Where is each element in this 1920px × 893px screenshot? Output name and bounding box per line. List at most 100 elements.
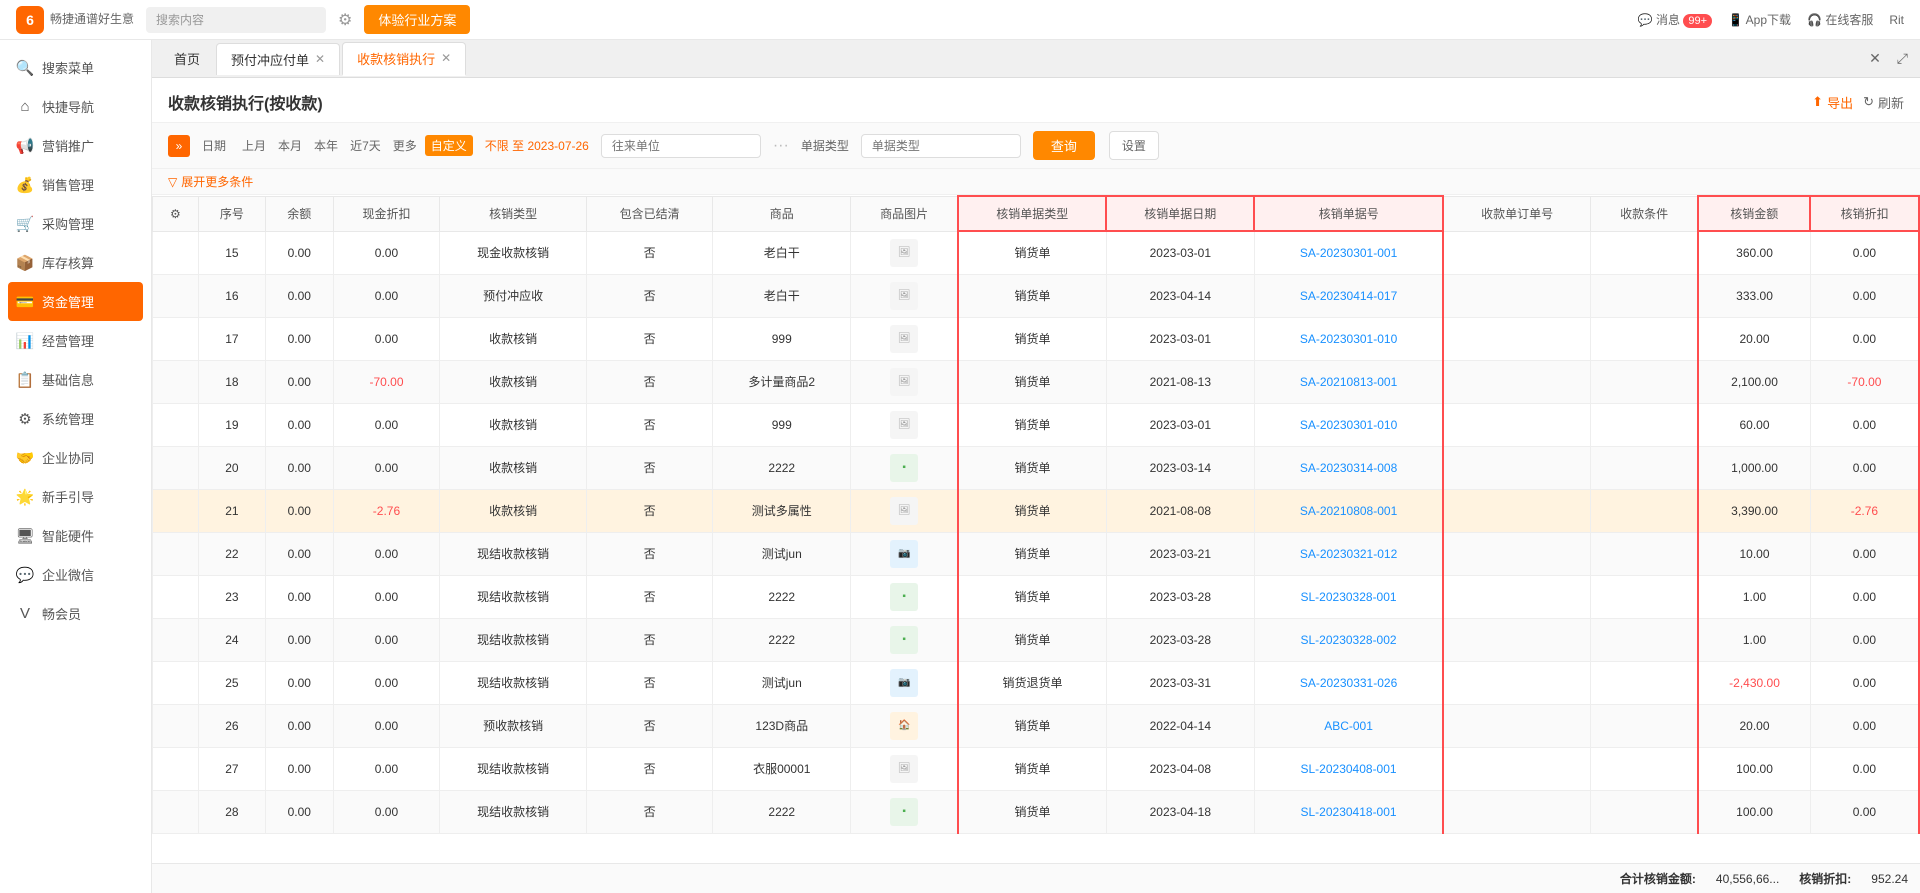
sidebar-item-inventory[interactable]: 📦 库存核算 (0, 243, 151, 282)
sidebar-item-corp[interactable]: 🤝 企业协同 (0, 438, 151, 477)
sidebar-item-hardware[interactable]: 🖥 智能硬件 (0, 516, 151, 555)
tab-expand-icon[interactable]: ⤢ (1893, 48, 1912, 69)
refresh-btn[interactable]: ↻ 刷新 (1863, 93, 1904, 112)
cell-included: 否 (586, 317, 713, 360)
cell-cancel-discount: 0.00 (1810, 446, 1919, 489)
home-icon: ⌂ (16, 98, 34, 116)
date-year[interactable]: 本年 (310, 135, 342, 156)
cell-receipt-no[interactable]: SA-20210808-001 (1254, 489, 1443, 532)
cell-receipt-no[interactable]: SL-20230418-001 (1254, 790, 1443, 833)
cell-receipt-no[interactable]: SA-20230301-010 (1254, 403, 1443, 446)
cell-receipt-no[interactable]: SA-20230414-017 (1254, 274, 1443, 317)
page-title: 收款核销执行(按收款) (168, 90, 323, 114)
sidebar-item-purchase[interactable]: 🛒 采购管理 (0, 204, 151, 243)
goods-image: ▪ (890, 583, 918, 611)
sidebar-item-vip[interactable]: V 畅会员 (0, 594, 151, 633)
cell-receipt-no[interactable]: SA-20230331-026 (1254, 661, 1443, 704)
settings-icon[interactable]: ⚙ (170, 207, 181, 221)
col-gear[interactable]: ⚙ (153, 196, 199, 231)
cell-cancel-amount: 333.00 (1698, 274, 1810, 317)
cell-cancel-type: 现金收款核销 (440, 231, 586, 274)
tab-prepay[interactable]: 预付冲应付单 ✕ (216, 43, 340, 75)
cell-no: 26 (198, 704, 265, 747)
sidebar-item-sales[interactable]: 💰 销售管理 (0, 165, 151, 204)
industry-btn[interactable]: 体验行业方案 (364, 5, 470, 34)
cell-gear (153, 446, 199, 489)
online-service-btn[interactable]: 🎧 在线客服 (1807, 11, 1873, 28)
tab-prepay-close[interactable]: ✕ (315, 52, 325, 66)
export-btn[interactable]: ⬆ 导出 (1812, 93, 1853, 112)
sidebar-item-operations[interactable]: 📊 经营管理 (0, 321, 151, 360)
cell-balance: 0.00 (266, 231, 333, 274)
cell-receipt-no[interactable]: SA-20230321-012 (1254, 532, 1443, 575)
cell-receipt-order (1443, 446, 1590, 489)
cell-receipt-cond (1590, 403, 1698, 446)
cell-receipt-no[interactable]: ABC-001 (1254, 704, 1443, 747)
table-row: 20 0.00 0.00 收款核销 否 2222 ▪ 销货单 2023-03-1… (153, 446, 1920, 489)
tab-cancel-close[interactable]: ✕ (441, 51, 451, 65)
source-input[interactable] (601, 134, 761, 158)
table-row: 18 0.00 -70.00 收款核销 否 多计量商品2 🖼 销货单 2021-… (153, 360, 1920, 403)
goods-image: ▪ (890, 798, 918, 826)
cell-receipt-order (1443, 704, 1590, 747)
date-curr-month[interactable]: 本月 (274, 135, 306, 156)
cell-receipt-no[interactable]: SL-20230328-002 (1254, 618, 1443, 661)
cell-included: 否 (586, 790, 713, 833)
sidebar-item-label: 畅会员 (42, 604, 81, 623)
expand-btn[interactable]: » (168, 135, 190, 157)
cell-balance: 0.00 (266, 532, 333, 575)
col-receipt-type: 核销单据类型 (958, 196, 1106, 231)
sidebar-item-quick-nav[interactable]: ⌂ 快捷导航 (0, 87, 151, 126)
date-custom[interactable]: 自定义 (425, 135, 473, 156)
cell-included: 否 (586, 575, 713, 618)
message-btn[interactable]: 💬 消息 99+ (1638, 11, 1712, 28)
cell-included: 否 (586, 704, 713, 747)
expand-more[interactable]: ▽ 展开更多条件 (152, 169, 1920, 195)
cell-gear (153, 317, 199, 360)
sidebar-item-finance[interactable]: 💳 资金管理 (8, 282, 143, 321)
cell-receipt-type: 销货单 (958, 532, 1106, 575)
tab-cancel[interactable]: 收款核销执行 ✕ (342, 42, 466, 76)
search-bar[interactable]: 搜索内容 (146, 7, 326, 33)
table-wrap[interactable]: ⚙ 序号 余额 现金折扣 核销类型 包含已结清 商品 商品图片 核销单据类型 核… (152, 195, 1920, 863)
cell-receipt-no[interactable]: SL-20230408-001 (1254, 747, 1443, 790)
tab-close-icon[interactable]: ✕ (1865, 48, 1885, 69)
sidebar-item-system[interactable]: ⚙ 系统管理 (0, 399, 151, 438)
query-btn[interactable]: 查询 (1033, 131, 1095, 160)
cell-cash-discount: 0.00 (333, 317, 440, 360)
tab-cancel-label: 收款核销执行 (357, 49, 435, 68)
cell-receipt-no[interactable]: SA-20230314-008 (1254, 446, 1443, 489)
operations-icon: 📊 (16, 332, 34, 350)
cell-receipt-no[interactable]: SL-20230328-001 (1254, 575, 1443, 618)
cell-cash-discount: 0.00 (333, 575, 440, 618)
cell-receipt-date: 2023-04-08 (1106, 747, 1254, 790)
tab-home[interactable]: 首页 (160, 43, 214, 74)
type-select[interactable] (861, 134, 1021, 158)
cell-receipt-no[interactable]: SA-20210813-001 (1254, 360, 1443, 403)
sidebar-item-wechat[interactable]: 💬 企业微信 (0, 555, 151, 594)
app-download-btn[interactable]: 📱 App下载 (1728, 11, 1791, 28)
cell-receipt-no[interactable]: SA-20230301-010 (1254, 317, 1443, 360)
setting-btn[interactable]: 设置 (1109, 131, 1159, 160)
sidebar-item-basic[interactable]: 📋 基础信息 (0, 360, 151, 399)
cell-cancel-amount: 1.00 (1698, 575, 1810, 618)
goods-image: 🖼 (890, 239, 918, 267)
sidebar-item-label: 快捷导航 (42, 97, 94, 116)
sidebar-item-guide[interactable]: 🌟 新手引导 (0, 477, 151, 516)
col-included: 包含已结清 (586, 196, 713, 231)
cell-cancel-amount: 100.00 (1698, 747, 1810, 790)
sidebar-item-search[interactable]: 🔍 搜索菜单 (0, 48, 151, 87)
cell-balance: 0.00 (266, 403, 333, 446)
sidebar-item-marketing[interactable]: 📢 营销推广 (0, 126, 151, 165)
date-prev-month[interactable]: 上月 (238, 135, 270, 156)
date-7days[interactable]: 近7天 (346, 135, 385, 156)
cell-cancel-type: 收款核销 (440, 317, 586, 360)
col-balance: 余额 (266, 196, 333, 231)
date-more[interactable]: 更多 (389, 135, 421, 156)
cell-cancel-discount: 0.00 (1810, 704, 1919, 747)
cell-receipt-no[interactable]: SA-20230301-001 (1254, 231, 1443, 274)
col-cash-discount: 现金折扣 (333, 196, 440, 231)
user-label[interactable]: Rit (1889, 13, 1904, 27)
top-bar: 6 畅捷通谱好生意 搜索内容 ⚙ 体验行业方案 💬 消息 99+ 📱 App下载… (0, 0, 1920, 40)
gear-icon[interactable]: ⚙ (338, 10, 352, 30)
